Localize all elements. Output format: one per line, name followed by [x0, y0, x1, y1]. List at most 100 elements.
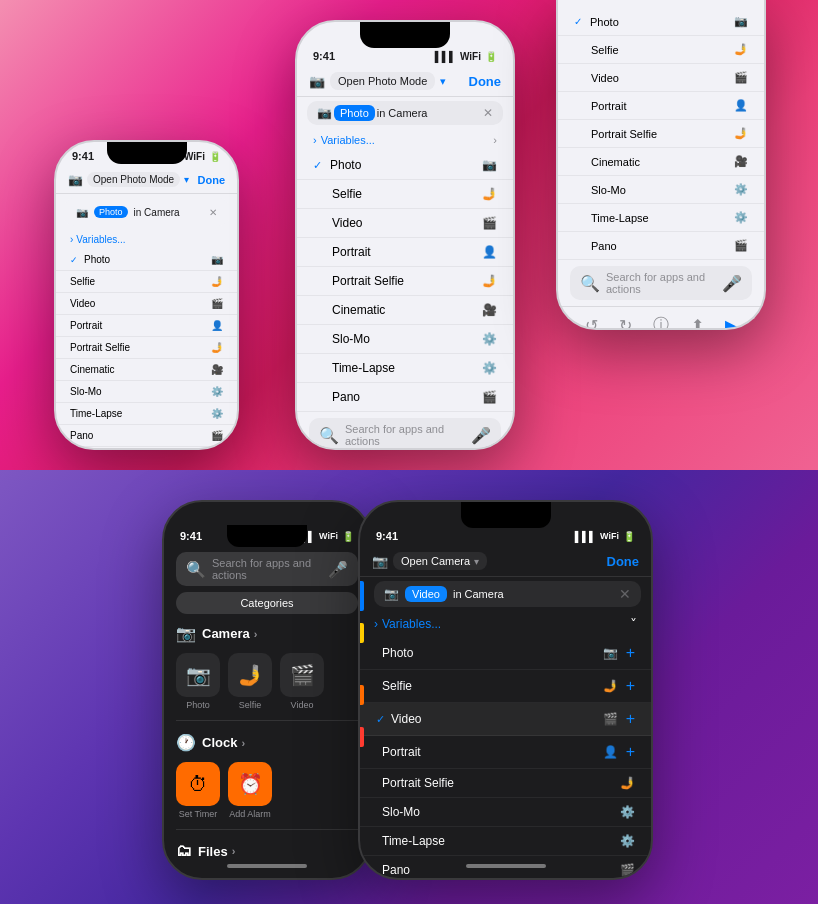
files-section: 🗂 Files › — [164, 836, 370, 866]
app-add-alarm[interactable]: ⏰ Add Alarm — [228, 762, 272, 819]
search-text-bl: Search for apps and actions — [212, 557, 322, 581]
action-row-center: 📷 Photo in Camera ✕ — [307, 101, 503, 125]
br-portrait-selfie[interactable]: Portrait Selfie 🤳 — [360, 769, 651, 798]
app-header-left: 📷 Open Photo Mode ▾ Done — [56, 166, 237, 194]
br-video[interactable]: ✓ Video 🎬 + — [360, 703, 651, 736]
bottom-section: 9:41 ▌▌ WiFi 🔋 🔍 Search for apps and act… — [0, 470, 818, 904]
back-icon-right[interactable]: ↺ — [585, 316, 598, 330]
c-menu-video[interactable]: Video 🎬 — [297, 209, 513, 238]
menu-video[interactable]: Video 🎬 — [56, 293, 237, 315]
br-photo[interactable]: Photo 📷 + — [360, 637, 651, 670]
r-menu-slomo[interactable]: Slo-Mo ⚙️ — [558, 176, 764, 204]
app-selfie[interactable]: 🤳 Selfie — [228, 653, 272, 710]
status-bar-left: 9:41 ▌▌▌ WiFi 🔋 — [56, 142, 237, 166]
clock-app-grid: ⏱ Set Timer ⏰ Add Alarm — [164, 758, 370, 823]
br-pano[interactable]: Pano 🎬 — [360, 856, 651, 880]
menu-list-center: ✓ Photo 📷 Selfie 🤳 Video 🎬 Portrait 👤 Po… — [297, 151, 513, 412]
variables-br: › Variables... ˅ — [360, 611, 651, 637]
time-center: 9:41 — [313, 50, 335, 62]
status-icons-br: ▌▌▌ WiFi 🔋 — [575, 531, 635, 542]
home-indicator-bl — [227, 864, 307, 868]
app-set-timer[interactable]: ⏱ Set Timer — [176, 762, 220, 819]
action-chip-left[interactable]: Photo — [94, 206, 128, 218]
variables-row-left: › Variables... — [56, 230, 237, 249]
app-header-br: 📷 Open Camera ▾ Done — [360, 546, 651, 577]
c-menu-pano[interactable]: Pano 🎬 — [297, 383, 513, 412]
menu-timelapse[interactable]: Time-Lapse ⚙️ — [56, 403, 237, 425]
r-menu-selfie[interactable]: Selfie 🤳 — [558, 36, 764, 64]
clock-label: Clock — [202, 735, 237, 750]
r-menu-pano[interactable]: Pano 🎬 — [558, 232, 764, 260]
search-bar-right[interactable]: 🔍 Search for apps and actions 🎤 — [570, 266, 752, 300]
mode-btn-br[interactable]: Open Camera ▾ — [393, 552, 487, 570]
mic-icon-right: 🎤 — [722, 274, 742, 293]
c-menu-portrait-selfie[interactable]: Portrait Selfie 🤳 — [297, 267, 513, 296]
menu-photo[interactable]: ✓ Photo 📷 — [56, 249, 237, 271]
action-row-br: 📷 Video in Camera ✕ — [374, 581, 641, 607]
chip-br[interactable]: Video — [405, 586, 447, 602]
c-menu-slomo[interactable]: Slo-Mo ⚙️ — [297, 325, 513, 354]
phone-right-top: ✓ Photo 📷 Selfie 🤳 Video 🎬 Portrait 👤 Po… — [556, 0, 766, 330]
files-label: Files — [198, 844, 228, 859]
r-menu-cinematic[interactable]: Cinematic 🎥 — [558, 148, 764, 176]
share-icon-right[interactable]: ⬆ — [691, 316, 704, 330]
app-photo[interactable]: 📷 Photo — [176, 653, 220, 710]
status-bar-br: 9:41 ▌▌▌ WiFi 🔋 — [360, 502, 651, 546]
r-menu-timelapse[interactable]: Time-Lapse ⚙️ — [558, 204, 764, 232]
chip-center[interactable]: Photo — [334, 105, 375, 121]
c-menu-selfie[interactable]: Selfie 🤳 — [297, 180, 513, 209]
r-menu-photo[interactable]: ✓ Photo 📷 — [558, 8, 764, 36]
menu-portrait-selfie[interactable]: Portrait Selfie 🤳 — [56, 337, 237, 359]
menu-selfie[interactable]: Selfie 🤳 — [56, 271, 237, 293]
status-bar-bl: 9:41 ▌▌ WiFi 🔋 — [164, 502, 370, 546]
r-menu-portrait-selfie[interactable]: Portrait Selfie 🤳 — [558, 120, 764, 148]
br-selfie[interactable]: Selfie 🤳 + — [360, 670, 651, 703]
c-menu-timelapse[interactable]: Time-Lapse ⚙️ — [297, 354, 513, 383]
status-icons-center: ▌▌▌ WiFi 🔋 — [435, 51, 497, 62]
variables-center: › Variables... › — [297, 129, 513, 151]
app-header-center: 📷 Open Photo Mode ▾ Done — [297, 66, 513, 97]
search-text-right: Search for apps and actions — [606, 271, 716, 295]
phone-right-bottom: 9:41 ▌▌▌ WiFi 🔋 📷 Open Camera ▾ Done — [358, 500, 653, 880]
menu-slomo[interactable]: Slo-Mo ⚙️ — [56, 381, 237, 403]
br-timelapse[interactable]: Time-Lapse ⚙️ — [360, 827, 651, 856]
menu-list-left: ✓ Photo 📷 Selfie 🤳 Video 🎬 Portrait 👤 Po… — [56, 249, 237, 447]
bottom-toolbar-right: ↺ ↻ ⓘ ⬆ ▶ — [558, 306, 764, 330]
c-menu-photo[interactable]: ✓ Photo 📷 — [297, 151, 513, 180]
menu-cinematic[interactable]: Cinematic 🎥 — [56, 359, 237, 381]
categories-btn[interactable]: Categories — [176, 592, 358, 614]
time-bl: 9:41 — [180, 530, 202, 542]
clock-section: 🕐 Clock › — [164, 727, 370, 758]
search-bar-bl[interactable]: 🔍 Search for apps and actions 🎤 — [176, 552, 358, 586]
divider-2 — [176, 829, 358, 830]
app-video[interactable]: 🎬 Video — [280, 653, 324, 710]
r-menu-video[interactable]: Video 🎬 — [558, 64, 764, 92]
search-text-center: Search for apps and actions — [345, 423, 465, 447]
phone-center-top: 9:41 ▌▌▌ WiFi 🔋 📷 Open Photo Mode ▾ Done… — [295, 20, 515, 450]
top-section: 9:41 ▌▌▌ WiFi 🔋 📷 Open Photo Mode ▾ Done… — [0, 0, 818, 470]
mic-icon-center: 🎤 — [471, 426, 491, 445]
mode-btn-center[interactable]: Open Photo Mode — [330, 72, 435, 90]
menu-portrait[interactable]: Portrait 👤 — [56, 315, 237, 337]
done-btn-br[interactable]: Done — [607, 554, 640, 569]
br-slomo[interactable]: Slo-Mo ⚙️ — [360, 798, 651, 827]
info-icon-right[interactable]: ⓘ — [653, 315, 669, 330]
camera-section: 📷 Camera › — [164, 618, 370, 649]
search-bar-center[interactable]: 🔍 Search for apps and actions 🎤 — [309, 418, 501, 450]
br-portrait[interactable]: Portrait 👤 + — [360, 736, 651, 769]
time-left: 9:41 — [72, 150, 94, 162]
menu-list-right: ✓ Photo 📷 Selfie 🤳 Video 🎬 Portrait 👤 Po… — [558, 0, 764, 260]
action-row-left: 📷 Photo in Camera ✕ — [64, 198, 229, 226]
search-icon-center: 🔍 — [319, 426, 339, 445]
r-menu-portrait[interactable]: Portrait 👤 — [558, 92, 764, 120]
c-menu-cinematic[interactable]: Cinematic 🎥 — [297, 296, 513, 325]
menu-pano[interactable]: Pano 🎬 — [56, 425, 237, 447]
done-btn-center[interactable]: Done — [469, 74, 502, 89]
mode-btn-left[interactable]: Open Photo Mode — [87, 172, 180, 187]
c-menu-portrait[interactable]: Portrait 👤 — [297, 238, 513, 267]
search-icon-bl: 🔍 — [186, 560, 206, 579]
forward-icon-right[interactable]: ↻ — [619, 316, 632, 330]
done-btn-left[interactable]: Done — [198, 174, 226, 186]
status-icons-bl: ▌▌ WiFi 🔋 — [301, 531, 354, 542]
play-icon-right[interactable]: ▶ — [725, 316, 737, 330]
